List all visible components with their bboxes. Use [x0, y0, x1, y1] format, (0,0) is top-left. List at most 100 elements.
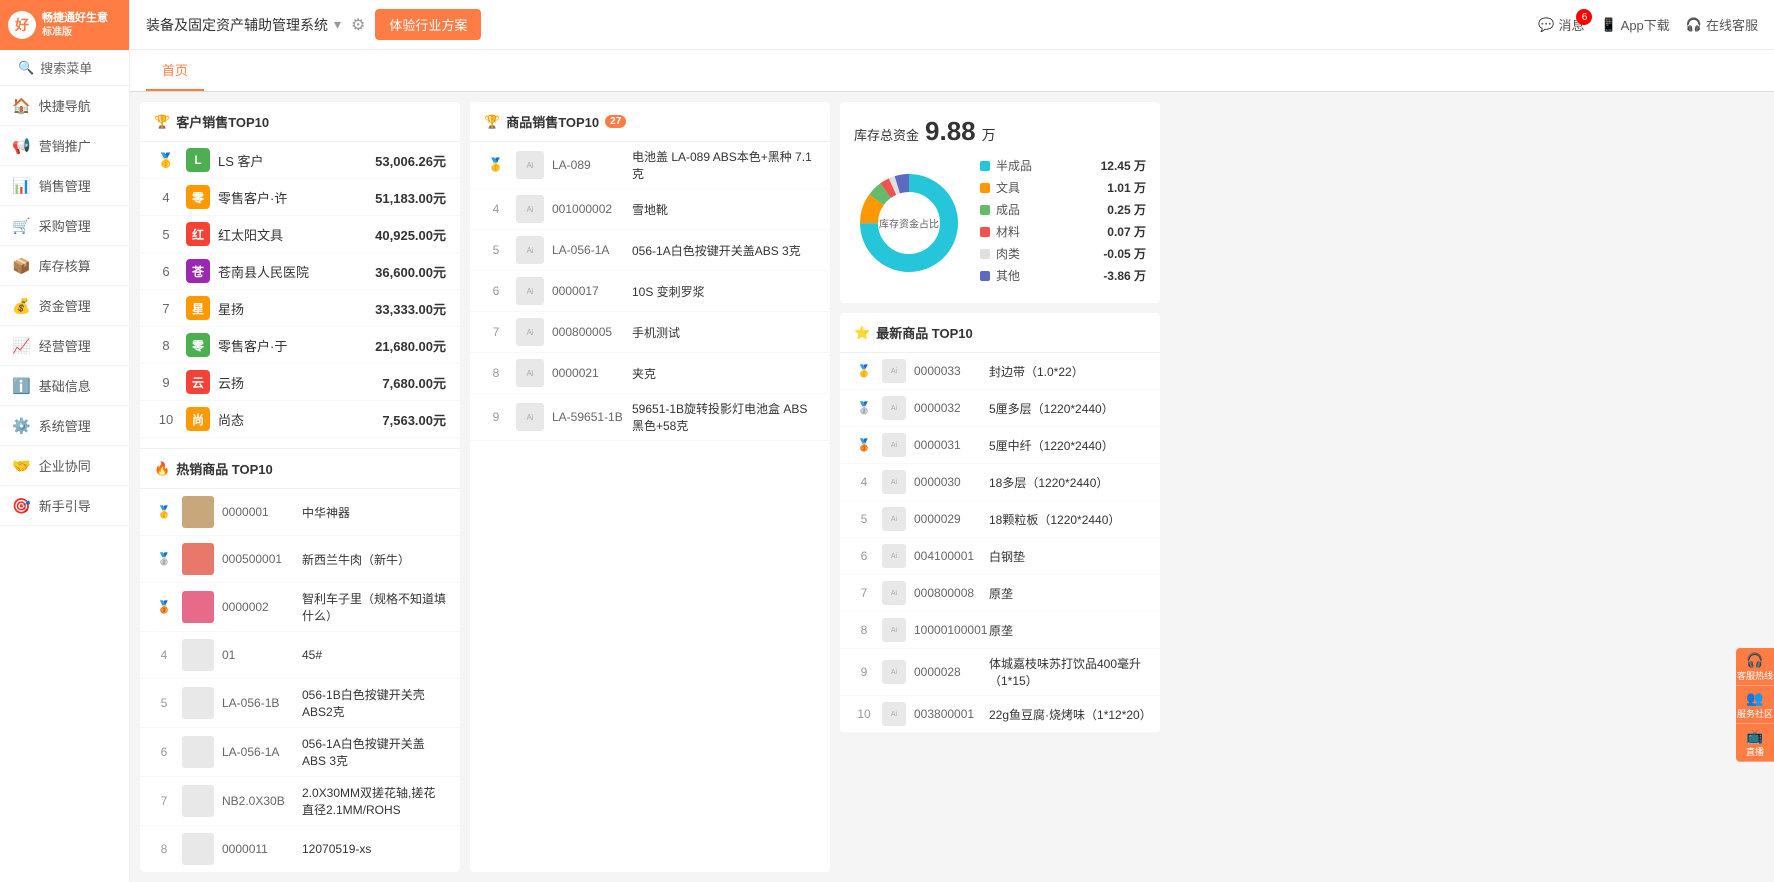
sidebar-item-inventory[interactable]: 📦 库存核算: [0, 246, 129, 286]
avatar: 零: [186, 333, 210, 357]
customer-ranking-panel: 🏆 客户销售TOP10 🥇 L LS 客户 53,006.26元 4 零: [140, 102, 460, 872]
legend-dot: [980, 205, 990, 215]
product-thumbnail: [182, 639, 214, 671]
sidebar-item-home[interactable]: 🏠 快捷导航: [0, 86, 129, 126]
trial-button[interactable]: 体验行业方案: [375, 9, 481, 40]
sidebar-item-collab[interactable]: 🤝 企业协同: [0, 446, 129, 486]
donut-center-label: 库存资金占比: [879, 216, 939, 231]
avatar: 尚: [186, 407, 210, 431]
product-thumbnail: Ai: [882, 507, 906, 531]
settings-icon[interactable]: ⚙: [351, 15, 365, 35]
list-item: 4 01 45#: [140, 632, 460, 679]
rank-medal-1: 🥇: [154, 152, 178, 169]
product-thumbnail: Ai: [516, 151, 544, 179]
sidebar-item-sales[interactable]: 📊 销售管理: [0, 166, 129, 206]
app-logo: 好 畅捷通好生意 标准版: [0, 0, 129, 50]
product-sales-list: 🥇 Ai LA-089 电池盖 LA-089 ABS本色+黑种 7.1克 4 A…: [470, 142, 830, 441]
dropdown-arrow-icon[interactable]: ▾: [334, 16, 341, 33]
content-body: 🏆 客户销售TOP10 🥇 L LS 客户 53,006.26元 4 零: [130, 92, 1774, 882]
avatar: 零: [186, 185, 210, 209]
product-thumbnail: Ai: [882, 396, 906, 420]
system-icon: ⚙️: [12, 417, 31, 435]
table-row: 9 云 云扬 7,680.00元: [140, 364, 460, 401]
sidebar: 好 畅捷通好生意 标准版 🔍 搜索菜单 🏠 快捷导航 📢 营销推广 📊 销售管理…: [0, 0, 130, 882]
sidebar-item-finance[interactable]: 💰 资金管理: [0, 286, 129, 326]
product-thumbnail: Ai: [882, 581, 906, 605]
product-thumbnail: Ai: [882, 660, 906, 684]
rank-num: 6: [154, 264, 178, 279]
sidebar-item-marketing[interactable]: 📢 营销推广: [0, 126, 129, 166]
product-thumbnail: [182, 833, 214, 865]
content-tabs: 首页: [130, 50, 1774, 92]
list-item: 🥈 000500001 新西兰牛肉（新牛）: [140, 536, 460, 583]
service-community-button[interactable]: 👥 服务社区: [1736, 686, 1774, 724]
rank-num: 9: [154, 375, 178, 390]
rank-medal: 🥉: [154, 600, 174, 614]
rank-num: 5: [154, 227, 178, 242]
headset-float-icon: 🎧: [1746, 652, 1763, 669]
customer-ranking-table: 🥇 L LS 客户 53,006.26元 4 零 零售客户·许 51,183.0…: [140, 142, 460, 438]
sidebar-item-guide[interactable]: 🎯 新手引导: [0, 486, 129, 526]
table-row: 7 星 星扬 33,333.00元: [140, 290, 460, 327]
product-thumbnail: [182, 785, 214, 817]
rank-num: 8: [484, 366, 508, 380]
product-thumbnail: Ai: [882, 470, 906, 494]
legend-item: 其他 -3.86 万: [980, 267, 1146, 284]
list-item: 8 Ai 0000021 夹克: [470, 353, 830, 394]
right-column: 库存总资金 9.88 万: [840, 102, 1160, 872]
finance-icon: 💰: [12, 297, 31, 315]
message-button[interactable]: 💬 消息 6: [1538, 15, 1584, 34]
logo-icon: 好: [8, 11, 36, 39]
product-thumbnail: [182, 496, 214, 528]
product-thumbnail: Ai: [516, 236, 544, 264]
legend-item: 肉类 -0.05 万: [980, 245, 1146, 262]
product-sales-header: 🏆 商品销售TOP10 27: [470, 102, 830, 142]
live-stream-button[interactable]: 📺 直播: [1736, 724, 1774, 762]
customer-service-button[interactable]: 🎧 客服热线: [1736, 648, 1774, 686]
table-row: 10 尚 尚态 7,563.00元: [140, 401, 460, 438]
tab-home[interactable]: 首页: [146, 50, 204, 91]
product-thumbnail: [182, 543, 214, 575]
home-icon: 🏠: [12, 97, 31, 115]
rank-num: 7: [484, 325, 508, 339]
rank-medal: 🥇: [484, 157, 508, 173]
search-menu[interactable]: 🔍 搜索菜单: [0, 50, 129, 86]
star-icon: ⭐: [854, 325, 870, 341]
trophy-icon: 🏆: [484, 114, 500, 130]
product-thumbnail: Ai: [882, 702, 906, 726]
system-title: 装备及固定资产辅助管理系统 ▾: [146, 15, 341, 35]
product-sales-panel: 🏆 商品销售TOP10 27 🥇 Ai LA-089 电池盖 LA-089 AB…: [470, 102, 830, 872]
legend-item: 成品 0.25 万: [980, 201, 1146, 218]
list-item: 7 NB2.0X30B 2.0X30MM双搓花轴,搓花直径2.1MM/ROHS: [140, 777, 460, 826]
list-item: 🥉 0000002 智利车子里（规格不知道填什么）: [140, 583, 460, 632]
app-download-button[interactable]: 📱 App下载: [1600, 15, 1669, 34]
legend-item: 半成品 12.45 万: [980, 157, 1146, 174]
sidebar-item-purchase[interactable]: 🛒 采购管理: [0, 206, 129, 246]
list-item: 8 0000011 12070519-xs: [140, 826, 460, 872]
marketing-icon: 📢: [12, 137, 31, 155]
list-item: 7 Ai 000800005 手机测试: [470, 312, 830, 353]
community-icon: 👥: [1746, 690, 1763, 707]
product-thumbnail: [182, 687, 214, 719]
sidebar-item-operations[interactable]: 📈 经营管理: [0, 326, 129, 366]
newest-products-list: 🥇 Ai 0000033 封边带（1.0*22） 🥈 Ai 0000032 5厘…: [840, 353, 1160, 733]
topbar: 装备及固定资产辅助管理系统 ▾ ⚙ 体验行业方案 💬 消息 6 📱 App下载 …: [130, 0, 1774, 50]
sidebar-item-system[interactable]: ⚙️ 系统管理: [0, 406, 129, 446]
legend-dot: [980, 161, 990, 171]
headset-icon: 🎧: [1686, 17, 1702, 33]
online-service-button[interactable]: 🎧 在线客服: [1686, 15, 1758, 34]
rank-num: 8: [154, 338, 178, 353]
sales-icon: 📊: [12, 177, 31, 195]
product-thumbnail: Ai: [516, 403, 544, 431]
table-row: 4 零 零售客户·许 51,183.00元: [140, 179, 460, 216]
list-item: 🥉 Ai 0000031 5厘中纤（1220*2440）: [840, 427, 1160, 464]
legend-dot: [980, 249, 990, 259]
sidebar-item-basic-info[interactable]: ℹ️ 基础信息: [0, 366, 129, 406]
product-thumbnail: [182, 591, 214, 623]
legend-item: 材料 0.07 万: [980, 223, 1146, 240]
app-name: 畅捷通好生意 标准版: [42, 11, 108, 38]
table-row: 🥇 L LS 客户 53,006.26元: [140, 142, 460, 179]
inventory-icon: 📦: [12, 257, 31, 275]
rank-num: 5: [484, 243, 508, 257]
product-thumbnail: Ai: [882, 433, 906, 457]
